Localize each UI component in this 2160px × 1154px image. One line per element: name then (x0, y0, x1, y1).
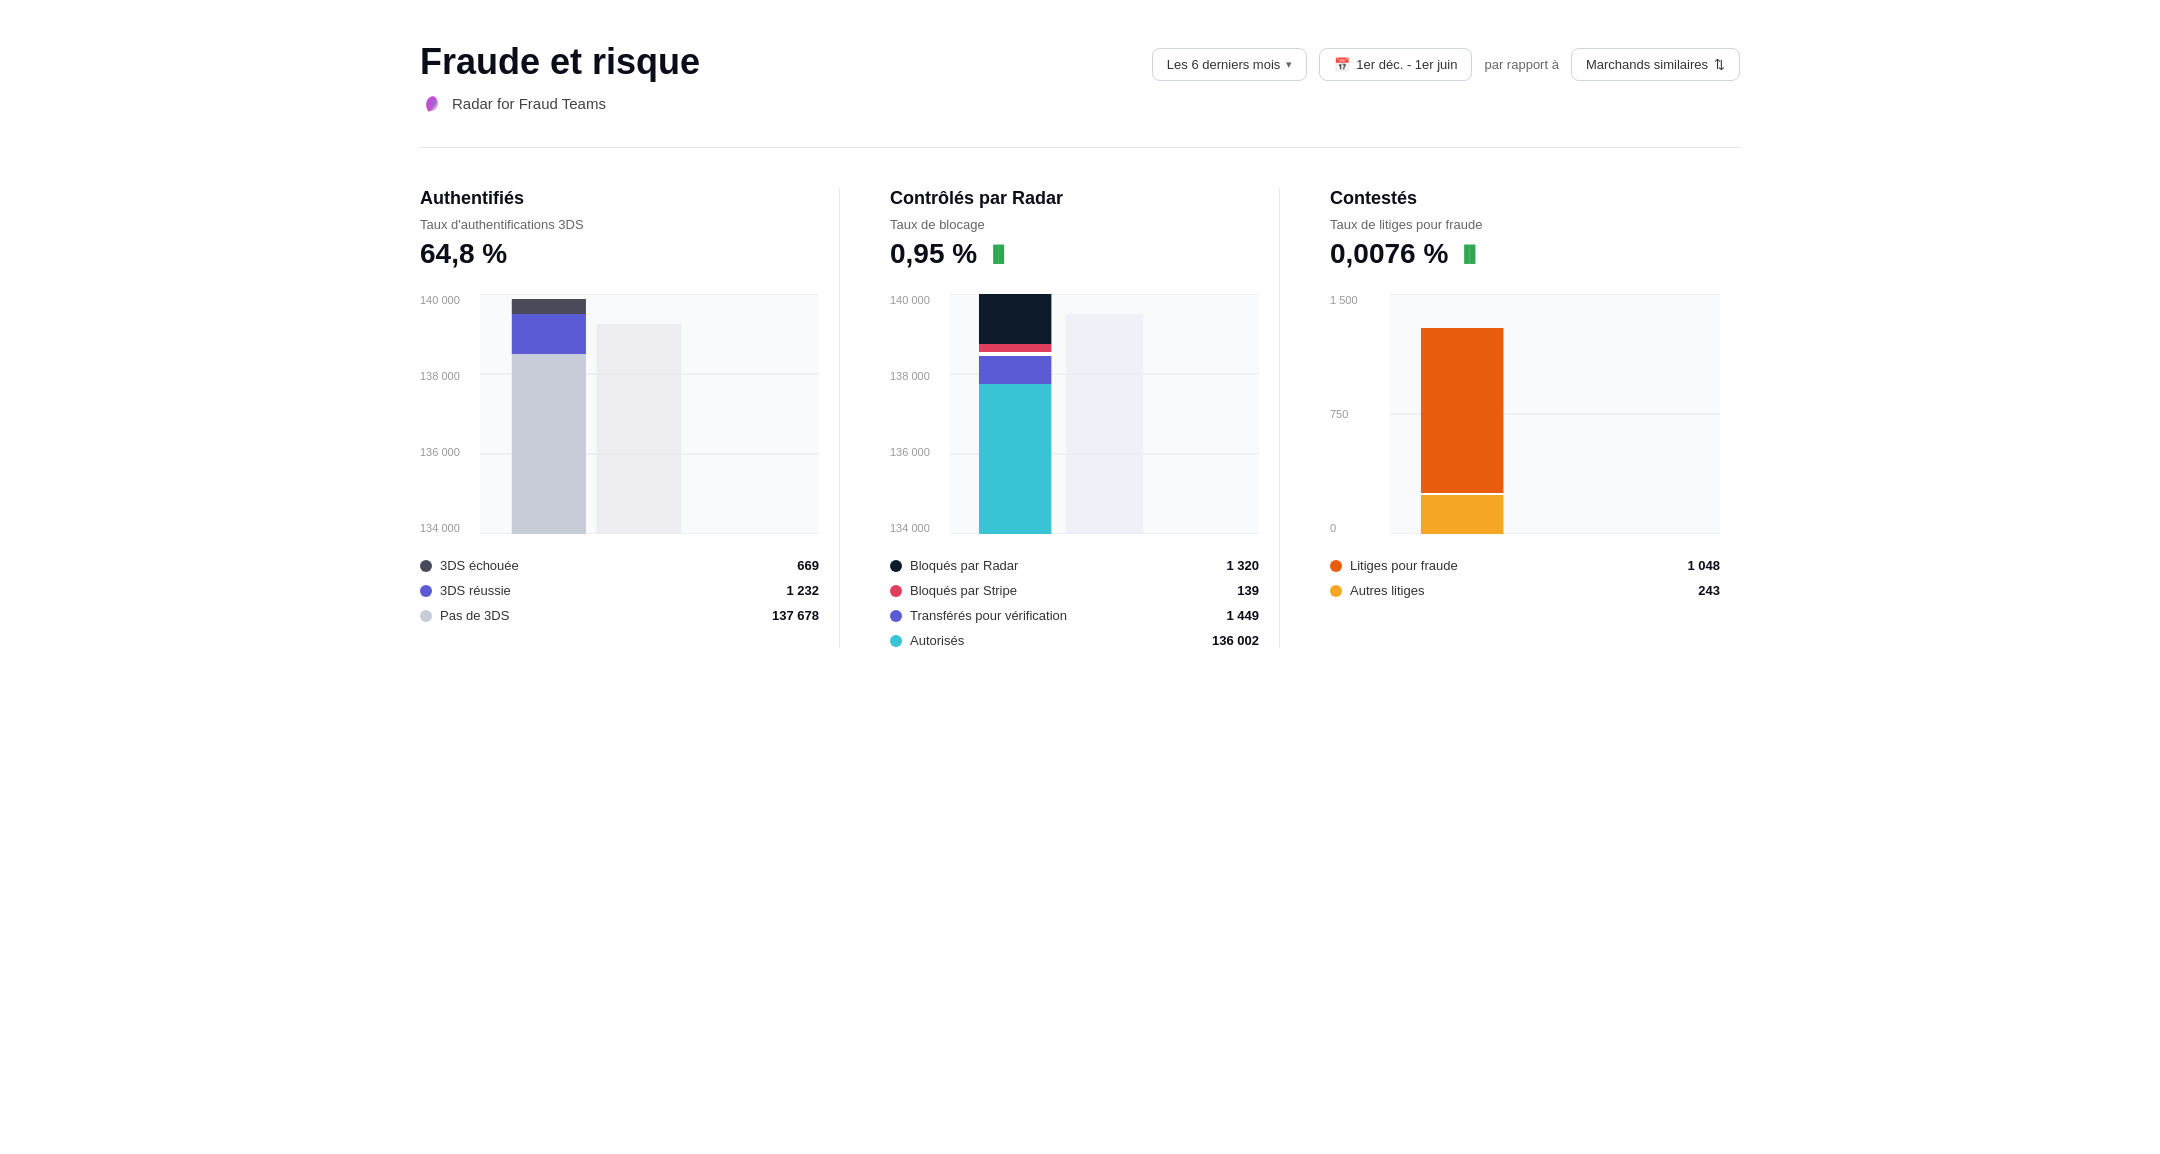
authenticated-metric-value: 64,8 % (420, 238, 819, 270)
contested-chart: 1 500 750 0 (1330, 294, 1720, 534)
legend-dot-no-3ds (420, 610, 432, 622)
authenticated-y-labels: 140 000 138 000 136 000 134 000 (420, 294, 475, 534)
svg-rect-19 (1066, 314, 1143, 534)
svg-rect-17 (979, 344, 1051, 352)
controlled-section: Contrôlés par Radar Taux de blocage 0,95… (860, 188, 1280, 648)
legend-item-3ds-failed: 3DS échouée 669 (420, 558, 819, 573)
svg-rect-6 (512, 314, 586, 354)
svg-rect-15 (979, 356, 1051, 384)
legend-item-blocked-stripe: Bloqués par Stripe 139 (890, 583, 1259, 598)
controlled-trend-icon: ▐▌ (987, 245, 1010, 263)
authenticated-chart: 140 000 138 000 136 000 134 000 (420, 294, 819, 534)
charts-grid: Authentifiés Taux d'authentifications 3D… (420, 188, 1740, 648)
contested-title: Contestés (1330, 188, 1720, 209)
legend-item-no-3ds: Pas de 3DS 137 678 (420, 608, 819, 623)
controlled-chart: 140 000 138 000 136 000 134 000 (890, 294, 1259, 534)
compare-label: par rapport à (1484, 57, 1558, 72)
authenticated-section: Authentifiés Taux d'authentifications 3D… (420, 188, 840, 648)
contested-chart-svg (1390, 294, 1720, 534)
contested-y-labels: 1 500 750 0 (1330, 294, 1385, 534)
controlled-chart-svg (950, 294, 1259, 534)
compare-button[interactable]: Marchands similaires ⇅ (1571, 48, 1740, 81)
legend-dot-blocked-radar (890, 560, 902, 572)
svg-rect-18 (979, 294, 1051, 344)
main-page: Fraude et risque (360, 0, 1800, 688)
authenticated-metric-label: Taux d'authentifications 3DS (420, 217, 819, 232)
legend-item-blocked-radar: Bloqués par Radar 1 320 (890, 558, 1259, 573)
controlled-y-labels: 140 000 138 000 136 000 134 000 (890, 294, 945, 534)
svg-rect-25 (1421, 493, 1504, 495)
legend-dot-authorized (890, 635, 902, 647)
legend-dot-fraud-disputes (1330, 560, 1342, 572)
svg-rect-5 (512, 354, 586, 534)
svg-rect-26 (1421, 328, 1504, 493)
svg-rect-14 (979, 384, 1051, 534)
legend-dot-blocked-stripe (890, 585, 902, 597)
date-range-display: 📅 1er déc. - 1er juin (1319, 48, 1472, 81)
subtitle-row: Radar for Fraud Teams (420, 91, 700, 115)
legend-item-3ds-success: 3DS réussie 1 232 (420, 583, 819, 598)
svg-rect-8 (597, 324, 682, 534)
controlled-metric-label: Taux de blocage (890, 217, 1259, 232)
page-header: Fraude et risque (420, 40, 1740, 115)
header-controls: Les 6 derniers mois ▾ 📅 1er déc. - 1er j… (1152, 48, 1740, 81)
authenticated-legend: 3DS échouée 669 3DS réussie 1 232 Pas de… (420, 558, 819, 623)
legend-dot-other-disputes (1330, 585, 1342, 597)
contested-trend-icon: ▐▌ (1458, 245, 1481, 263)
contested-section: Contestés Taux de litiges pour fraude 0,… (1300, 188, 1740, 648)
legend-item-fraud-disputes: Litiges pour fraude 1 048 (1330, 558, 1720, 573)
legend-dot-transferred (890, 610, 902, 622)
svg-rect-24 (1421, 495, 1504, 534)
legend-item-other-disputes: Autres litiges 243 (1330, 583, 1720, 598)
legend-item-authorized: Autorisés 136 002 (890, 633, 1259, 648)
legend-dot-3ds-success (420, 585, 432, 597)
chevron-down-icon: ▾ (1286, 58, 1292, 71)
page-title: Fraude et risque (420, 40, 700, 83)
authenticated-chart-svg (480, 294, 819, 534)
controlled-legend: Bloqués par Radar 1 320 Bloqués par Stri… (890, 558, 1259, 648)
legend-dot-3ds-failed (420, 560, 432, 572)
period-button[interactable]: Les 6 derniers mois ▾ (1152, 48, 1307, 81)
controlled-title: Contrôlés par Radar (890, 188, 1259, 209)
subtitle-text: Radar for Fraud Teams (452, 95, 606, 112)
svg-rect-7 (512, 299, 586, 314)
calendar-icon: 📅 (1334, 57, 1350, 72)
legend-item-transferred: Transférés pour vérification 1 449 (890, 608, 1259, 623)
authenticated-title: Authentifiés (420, 188, 819, 209)
header-left: Fraude et risque (420, 40, 700, 115)
contested-metric-label: Taux de litiges pour fraude (1330, 217, 1720, 232)
contested-metric-value: 0,0076 % ▐▌ (1330, 238, 1720, 270)
header-divider (420, 147, 1740, 148)
svg-rect-16 (979, 352, 1051, 356)
chevron-updown-icon: ⇅ (1714, 57, 1725, 72)
contested-legend: Litiges pour fraude 1 048 Autres litiges… (1330, 558, 1720, 598)
controlled-metric-value: 0,95 % ▐▌ (890, 238, 1259, 270)
radar-icon (420, 91, 444, 115)
